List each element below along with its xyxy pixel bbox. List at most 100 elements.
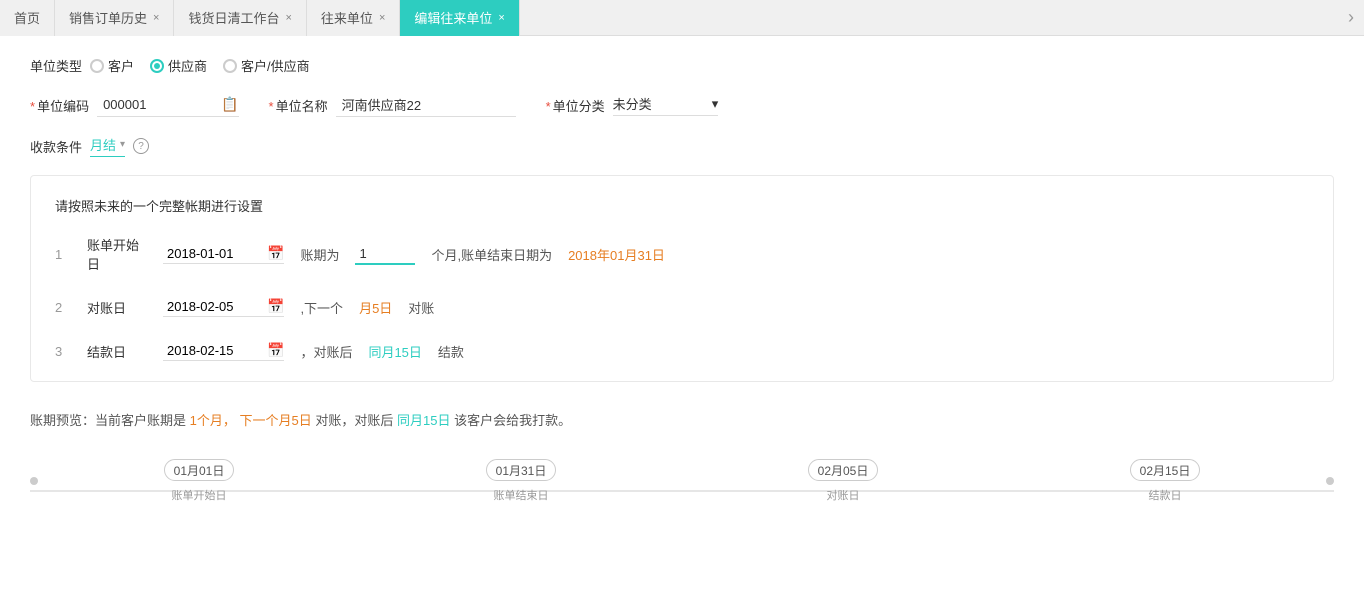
unit-type-label: 单位类型 (30, 56, 82, 75)
radio-group: 客户 供应商 客户/供应商 (90, 56, 310, 75)
help-icon[interactable]: ? (133, 138, 149, 154)
tab-sales-history-close[interactable]: × (153, 12, 159, 24)
timeline: 01月01日 账单开始日 01月31日 账单结束日 02月05日 对账日 (30, 449, 1334, 533)
timeline-dot-end (1326, 477, 1334, 485)
timeline-node-4: 02月15日 结款日 (1130, 459, 1200, 503)
payment-terms-arrow: ▾ (120, 139, 125, 150)
timeline-date-4: 02月15日 (1130, 459, 1200, 481)
tab-sales-history[interactable]: 销售订单历史 × (55, 0, 174, 36)
payment-terms-dropdown[interactable]: 月结 ▾ (90, 135, 125, 157)
unit-category-label: 单位分类 (546, 96, 605, 115)
timeline-node-3: 02月05日 对账日 (808, 459, 878, 503)
radio-both-label: 客户/供应商 (241, 56, 310, 75)
timeline-label-2: 账单结束日 (494, 487, 549, 503)
radio-supplier-circle (150, 59, 164, 73)
radio-both[interactable]: 客户/供应商 (223, 56, 310, 75)
period-row-3: 3 结款日 📅 ，对账后 同月15日 结款 (55, 341, 1309, 361)
period-date-3: 📅 (163, 341, 284, 361)
tab-sales-history-label: 销售订单历史 (69, 8, 147, 27)
period-highlight-2: 月5日 (359, 298, 392, 317)
period-suffix-2a: ,下一个 (300, 298, 343, 317)
tab-expand-button[interactable]: › (1338, 7, 1364, 28)
tab-cash-work-label: 钱货日清工作台 (188, 8, 279, 27)
timeline-node-2: 01月31日 账单结束日 (486, 459, 556, 503)
unit-code-input[interactable] (97, 93, 217, 116)
preview-part2: 下一个月5日 (240, 413, 312, 428)
period-suffix-1: 账期为 (300, 245, 339, 264)
timeline-date-2: 01月31日 (486, 459, 556, 481)
period-suffix-3b: 结款 (438, 342, 464, 361)
timeline-dot-start (30, 477, 38, 485)
period-suffix-2b: 对账 (408, 298, 434, 317)
payment-terms-value: 月结 (90, 135, 116, 154)
period-suffix-3a: ，对账后 (300, 342, 352, 361)
radio-customer-circle (90, 59, 104, 73)
unit-code-group: 单位编码 📋 (30, 93, 239, 117)
unit-name-label: 单位名称 (269, 96, 328, 115)
period-months-input[interactable] (355, 244, 415, 265)
tab-bar: 首页 销售订单历史 × 钱货日清工作台 × 往来单位 × 编辑往来单位 × › (0, 0, 1364, 36)
unit-code-input-wrapper: 📋 (97, 93, 238, 117)
timeline-label-3: 对账日 (827, 487, 860, 503)
tab-edit-partner-close[interactable]: × (498, 12, 504, 24)
radio-supplier-label: 供应商 (168, 56, 207, 75)
main-content: 单位类型 客户 供应商 客户/供应商 单位编码 (0, 36, 1364, 608)
period-row-1: 1 账单开始日 📅 账期为 个月,账单结束日期为 2018年01月31日 (55, 235, 1309, 273)
preview-section: 账期预览：当前客户账期是 1个月， 下一个月5日 对账，对账后 同月15日 该客… (30, 398, 1334, 533)
tab-cash-work[interactable]: 钱货日清工作台 × (174, 0, 306, 36)
radio-supplier[interactable]: 供应商 (150, 56, 207, 75)
period-date-2: 📅 (163, 297, 284, 317)
timeline-label-4: 结款日 (1149, 487, 1182, 503)
period-card: 请按照未来的一个完整帐期进行设置 1 账单开始日 📅 账期为 个月,账单结束日期… (30, 175, 1334, 382)
radio-customer-label: 客户 (108, 56, 134, 75)
period-label-3: 结款日 (87, 342, 147, 361)
payment-terms-group: 收款条件 月结 ▾ ? (30, 135, 149, 157)
timeline-date-3: 02月05日 (808, 459, 878, 481)
payment-terms-label: 收款条件 (30, 137, 82, 156)
period-label-2: 对账日 (87, 298, 147, 317)
preview-label: 账期预览：当前客户账期是 (30, 413, 186, 428)
card-title: 请按照未来的一个完整帐期进行设置 (55, 196, 1309, 215)
tab-home[interactable]: 首页 (0, 0, 55, 36)
unit-name-group: 单位名称 (269, 93, 516, 117)
tab-edit-partner-label: 编辑往来单位 (414, 8, 492, 27)
unit-code-icon[interactable]: 📋 (221, 96, 238, 113)
period-calendar-3[interactable]: 📅 (267, 342, 284, 359)
preview-part3: 同月15日 (397, 413, 450, 428)
period-date-input-1[interactable] (163, 244, 263, 263)
period-end-date: 2018年01月31日 (568, 245, 665, 264)
preview-mid: 对账，对账后 (315, 413, 393, 428)
tab-partner-label: 往来单位 (321, 8, 373, 27)
preview-end: 该客户会给我打款。 (454, 413, 571, 428)
tab-edit-partner[interactable]: 编辑往来单位 × (400, 0, 519, 36)
tab-partner-close[interactable]: × (379, 12, 385, 24)
period-date-input-2[interactable] (163, 297, 263, 316)
unit-category-select[interactable]: 未分类 ▾ (613, 94, 719, 116)
period-calendar-2[interactable]: 📅 (267, 298, 284, 315)
tab-partner[interactable]: 往来单位 × (307, 0, 400, 36)
unit-info-row: 单位编码 📋 单位名称 单位分类 未分类 ▾ (30, 93, 1334, 117)
period-num-1: 1 (55, 247, 71, 262)
tab-cash-work-close[interactable]: × (285, 12, 291, 24)
period-date-input-3[interactable] (163, 341, 263, 360)
tab-home-label: 首页 (14, 8, 40, 27)
preview-part1: 1个月， (190, 413, 236, 428)
unit-category-arrow: ▾ (712, 96, 719, 112)
period-highlight-3: 同月15日 (368, 342, 421, 361)
period-num-3: 3 (55, 344, 71, 359)
unit-category-value: 未分类 (613, 94, 652, 113)
radio-both-circle (223, 59, 237, 73)
period-calendar-1[interactable]: 📅 (267, 245, 284, 262)
period-months-unit: 个月,账单结束日期为 (431, 245, 552, 264)
timeline-label-1: 账单开始日 (172, 487, 227, 503)
timeline-nodes: 01月01日 账单开始日 01月31日 账单结束日 02月05日 对账日 (38, 459, 1326, 503)
preview-text: 账期预览：当前客户账期是 1个月， 下一个月5日 对账，对账后 同月15日 该客… (30, 410, 1334, 429)
radio-customer[interactable]: 客户 (90, 56, 134, 75)
timeline-date-1: 01月01日 (164, 459, 234, 481)
unit-name-input[interactable] (336, 93, 516, 116)
unit-type-group: 单位类型 客户 供应商 客户/供应商 (30, 56, 310, 75)
timeline-node-1: 01月01日 账单开始日 (164, 459, 234, 503)
payment-terms-row: 收款条件 月结 ▾ ? (30, 135, 1334, 157)
period-date-1: 📅 (163, 244, 284, 264)
unit-code-label: 单位编码 (30, 96, 89, 115)
